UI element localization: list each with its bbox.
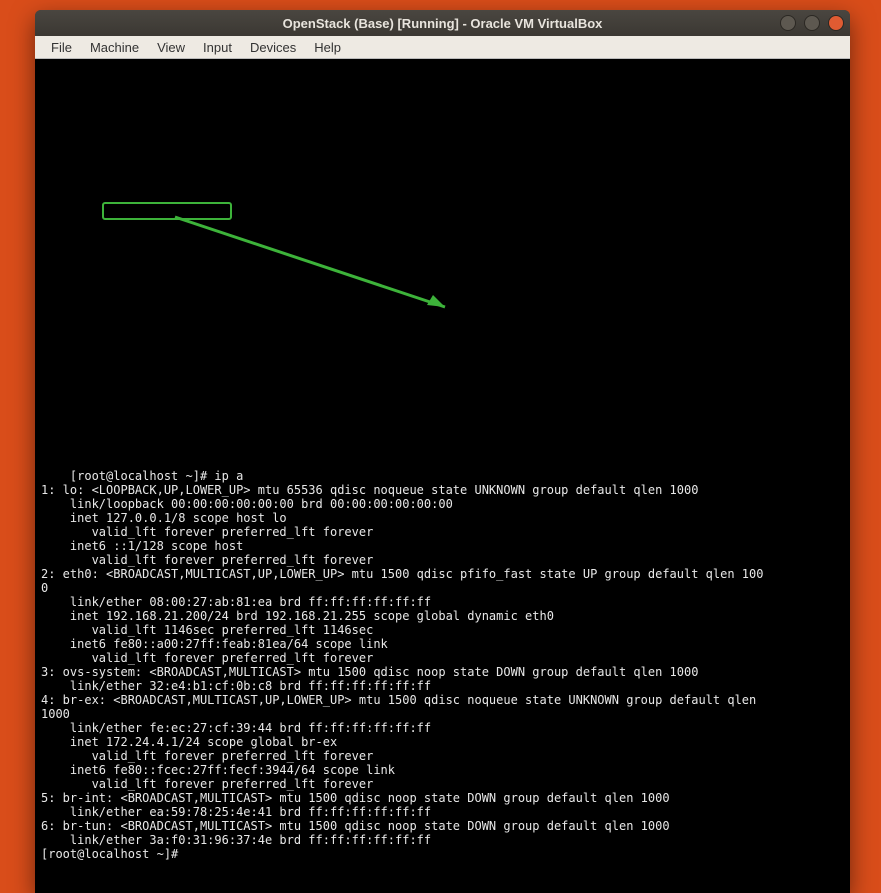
menu-view[interactable]: View xyxy=(149,38,193,57)
minimize-icon[interactable] xyxy=(780,15,796,31)
terminal-line: valid_lft 1146sec preferred_lft 1146sec xyxy=(41,623,373,637)
terminal-line: link/ether 32:e4:b1:cf:0b:c8 brd ff:ff:f… xyxy=(41,679,431,693)
terminal-line: inet6 ::1/128 scope host xyxy=(41,539,243,553)
terminal-line: link/loopback 00:00:00:00:00:00 brd 00:0… xyxy=(41,497,453,511)
terminal-line: link/ether 08:00:27:ab:81:ea brd ff:ff:f… xyxy=(41,595,431,609)
terminal-line: link/ether 3a:f0:31:96:37:4e brd ff:ff:f… xyxy=(41,833,431,847)
terminal-line: 3: ovs-system: <BROADCAST,MULTICAST> mtu… xyxy=(41,665,698,679)
terminal-line: valid_lft forever preferred_lft forever xyxy=(41,749,373,763)
terminal[interactable]: [root@localhost ~]# ip a 1: lo: <LOOPBAC… xyxy=(35,59,850,893)
terminal-line: link/ether fe:ec:27:cf:39:44 brd ff:ff:f… xyxy=(41,721,431,735)
terminal-line: inet6 fe80::a00:27ff:feab:81ea/64 scope … xyxy=(41,637,388,651)
menu-machine[interactable]: Machine xyxy=(82,38,147,57)
window-title: OpenStack (Base) [Running] - Oracle VM V… xyxy=(35,16,850,31)
terminal-line: 6: br-tun: <BROADCAST,MULTICAST> mtu 150… xyxy=(41,819,670,833)
terminal-line: 0 xyxy=(41,581,48,595)
terminal-line: valid_lft forever preferred_lft forever xyxy=(41,553,373,567)
terminal-line: valid_lft forever preferred_lft forever xyxy=(41,777,373,791)
terminal-line: inet 127.0.0.1/8 scope host lo xyxy=(41,511,287,525)
terminal-line: 5: br-int: <BROADCAST,MULTICAST> mtu 150… xyxy=(41,791,670,805)
ip-highlight-box xyxy=(102,202,232,220)
terminal-line: valid_lft forever preferred_lft forever xyxy=(41,525,373,539)
terminal-line: 4: br-ex: <BROADCAST,MULTICAST,UP,LOWER_… xyxy=(41,693,763,707)
terminal-line: 1000 xyxy=(41,707,70,721)
menu-devices[interactable]: Devices xyxy=(242,38,304,57)
menu-input[interactable]: Input xyxy=(195,38,240,57)
terminal-line: inet6 fe80::fcec:27ff:fecf:3944/64 scope… xyxy=(41,763,395,777)
terminal-line: 2: eth0: <BROADCAST,MULTICAST,UP,LOWER_U… xyxy=(41,567,763,581)
arrow-annotation-icon xyxy=(155,209,455,329)
menu-help[interactable]: Help xyxy=(306,38,349,57)
maximize-icon[interactable] xyxy=(804,15,820,31)
terminal-line: inet 192.168.21.200/24 brd 192.168.21.25… xyxy=(41,609,554,623)
terminal-line: link/ether ea:59:78:25:4e:41 brd ff:ff:f… xyxy=(41,805,431,819)
menubar: File Machine View Input Devices Help xyxy=(35,36,850,59)
terminal-prompt: [root@localhost ~]# xyxy=(41,847,178,861)
terminal-line: valid_lft forever preferred_lft forever xyxy=(41,651,373,665)
close-icon[interactable] xyxy=(828,15,844,31)
window-controls xyxy=(780,15,844,31)
terminal-prompt: [root@localhost ~]# ip a xyxy=(70,469,243,483)
titlebar[interactable]: OpenStack (Base) [Running] - Oracle VM V… xyxy=(35,10,850,36)
vm-window: OpenStack (Base) [Running] - Oracle VM V… xyxy=(35,10,850,893)
terminal-line: 1: lo: <LOOPBACK,UP,LOWER_UP> mtu 65536 … xyxy=(41,483,698,497)
terminal-line: inet 172.24.4.1/24 scope global br-ex xyxy=(41,735,337,749)
menu-file[interactable]: File xyxy=(43,38,80,57)
